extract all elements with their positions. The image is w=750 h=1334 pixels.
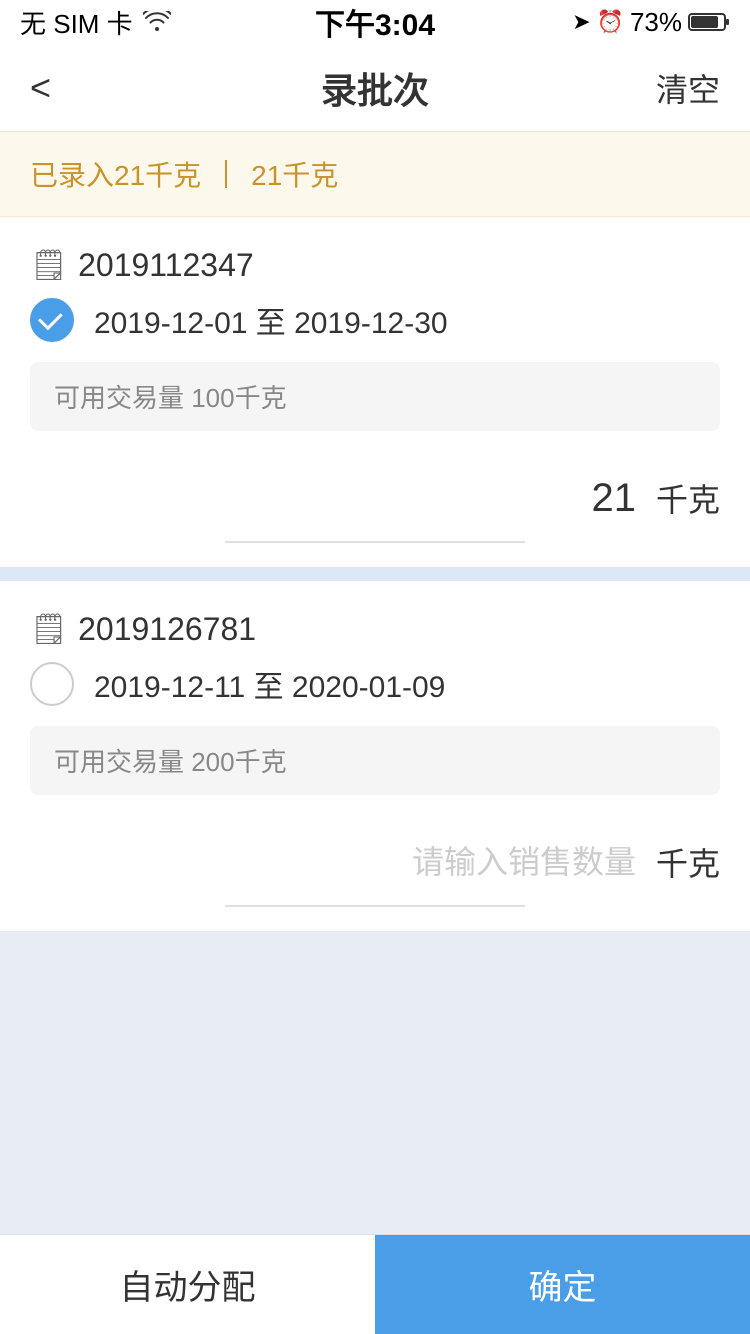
available-qty-text-1: 可用交易量 100千克	[54, 383, 287, 413]
amount-row-1: 21 千克	[0, 455, 750, 541]
banner-divider	[225, 160, 227, 188]
battery-icon	[688, 11, 730, 33]
section-separator	[0, 567, 750, 581]
available-qty-box-1: 可用交易量 100千克	[30, 362, 720, 431]
info-banner: 已录入21千克 21千克	[0, 132, 750, 217]
page-title: 录批次	[321, 62, 429, 114]
amount-value-1: 21	[591, 476, 636, 521]
qty-input-2[interactable]	[30, 844, 636, 881]
battery-percent: 73%	[630, 7, 682, 38]
radio-2[interactable]	[30, 662, 74, 706]
radio-1[interactable]	[30, 298, 74, 342]
recorded-value: 21千克	[251, 154, 338, 194]
status-time: 下午3:04	[315, 0, 435, 44]
alarm-icon: ⏰	[597, 9, 624, 35]
batch-card-1: 🗒 2019112347 2019-12-01 至 2019-12-30 可用交…	[0, 217, 750, 567]
doc-icon-2: 🗒	[30, 612, 68, 647]
location-icon: ➤	[572, 9, 590, 35]
bottom-bar: 自动分配 确定	[0, 1234, 750, 1334]
input-row-2: 千克	[0, 819, 750, 905]
batch-id-2: 2019126781	[78, 611, 256, 648]
batch-date-1: 2019-12-01 至 2019-12-30	[94, 298, 448, 342]
batch-id-1: 2019112347	[78, 247, 254, 284]
amount-unit-1: 千克	[656, 475, 720, 521]
nav-bar: < 录批次 清空	[0, 44, 750, 132]
recorded-label: 已录入21千克	[30, 154, 201, 194]
doc-icon-1: 🗒	[30, 248, 68, 283]
clear-button[interactable]: 清空	[656, 65, 720, 111]
available-qty-text-2: 可用交易量 200千克	[54, 747, 287, 777]
batch-date-2: 2019-12-11 至 2020-01-09	[94, 662, 445, 706]
batch-card-2: 🗒 2019126781 2019-12-11 至 2020-01-09 可用交…	[0, 581, 750, 931]
sim-status: 无 SIM 卡	[20, 4, 133, 41]
available-qty-box-2: 可用交易量 200千克	[30, 726, 720, 795]
auto-distribute-button[interactable]: 自动分配	[0, 1235, 375, 1334]
wifi-icon	[143, 7, 171, 38]
confirm-button[interactable]: 确定	[375, 1235, 750, 1334]
back-button[interactable]: <	[30, 67, 90, 109]
status-bar: 无 SIM 卡 下午3:04 ➤ ⏰ 73%	[0, 0, 750, 44]
input-unit-2: 千克	[656, 839, 720, 885]
